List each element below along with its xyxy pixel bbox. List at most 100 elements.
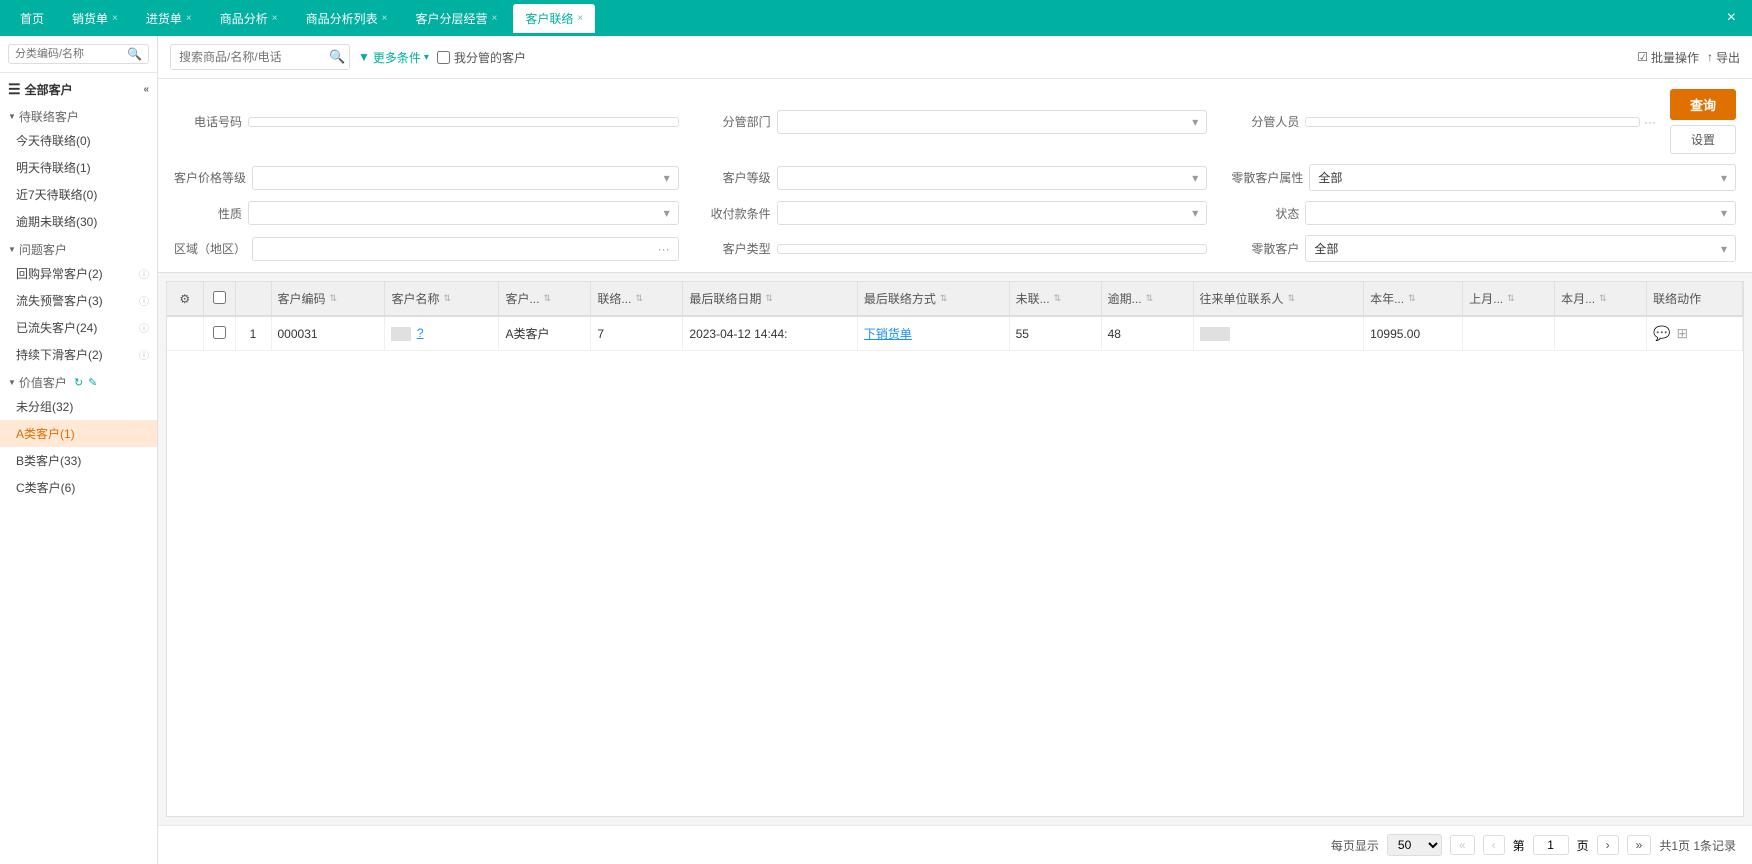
nav-home[interactable]: 首页 [8, 4, 56, 33]
filter-more-button[interactable]: ▼ 更多条件 ▾ [358, 49, 429, 66]
col-type[interactable]: 客户...⇅ [499, 282, 591, 316]
col-overdue[interactable]: 逾期...⇅ [1101, 282, 1193, 316]
info-icon-churn: ⓘ [139, 293, 149, 308]
close-purchase-tab[interactable]: × [186, 13, 192, 24]
row-contact-count: 7 [591, 316, 683, 351]
phone-input[interactable] [248, 117, 679, 127]
col-unit-contact[interactable]: 往来单位联系人⇅ [1193, 282, 1364, 316]
page-size-select[interactable]: 50 10 20 100 [1387, 834, 1442, 856]
col-contact[interactable]: 联络...⇅ [591, 282, 683, 316]
scatter-customer-chevron: ▾ [1721, 242, 1727, 256]
filter-search-icon[interactable]: 🔍 [329, 49, 345, 65]
price-level-select[interactable]: ▾ [252, 166, 679, 190]
status-select[interactable]: ▾ [1305, 201, 1736, 225]
person-dots[interactable]: ··· [1644, 115, 1656, 129]
customer-level-select[interactable]: ▾ [777, 166, 1208, 190]
col-checkbox [203, 282, 235, 316]
payment-select[interactable]: ▾ [777, 201, 1208, 225]
customer-name-link[interactable]: ? [417, 326, 424, 340]
sidebar-item-churned[interactable]: 已流失客户(24) ⓘ [0, 314, 157, 341]
col-code[interactable]: 客户编码⇅ [271, 282, 385, 316]
sidebar-item-today[interactable]: 今天待联络(0) [0, 127, 157, 154]
sidebar-item-class-b[interactable]: B类客户(33) [0, 447, 157, 474]
payment-chevron: ▾ [1192, 206, 1198, 220]
col-last-way[interactable]: 最后联络方式⇅ [857, 282, 1009, 316]
filter-price-level: 客户价格等级 ▾ [174, 164, 679, 191]
nav-tab-purchase[interactable]: 进货单 × [134, 4, 204, 33]
filter-search-input[interactable] [179, 50, 329, 64]
problem-customer-group[interactable]: ▼ 问题客户 [0, 235, 157, 260]
window-close-button[interactable]: × [1719, 9, 1744, 27]
sidebar-item-repurchase-anomaly[interactable]: 回购异常客户(2) ⓘ [0, 260, 157, 287]
qr-action-icon[interactable]: ⊞ [1677, 325, 1689, 342]
close-sales-tab[interactable]: × [112, 13, 118, 24]
next-page-button[interactable]: › [1597, 835, 1619, 855]
refresh-value-icon[interactable]: ↻ [74, 376, 83, 389]
person-select[interactable] [1305, 117, 1640, 127]
col-name[interactable]: 客户名称⇅ [385, 282, 499, 316]
sidebar-item-overdue[interactable]: 逾期未联络(30) [0, 208, 157, 235]
row-num: 1 [235, 316, 271, 351]
pending-contact-group[interactable]: ▼ 待联络客户 [0, 102, 157, 127]
customer-type-select[interactable] [777, 244, 1208, 254]
settings-button[interactable]: 设置 [1670, 125, 1736, 154]
sidebar-item-class-c[interactable]: C类客户(6) [0, 474, 157, 501]
sidebar-item-7days[interactable]: 近7天待联络(0) [0, 181, 157, 208]
all-customers-header[interactable]: ☰ 全部客户 « [0, 73, 157, 102]
col-last-month[interactable]: 上月...⇅ [1463, 282, 1555, 316]
col-no-contact[interactable]: 未联...⇅ [1009, 282, 1101, 316]
export-button[interactable]: ↑ 导出 [1707, 49, 1740, 66]
close-analysis-tab[interactable]: × [272, 13, 278, 24]
edit-value-icon[interactable]: ✎ [88, 376, 97, 389]
nav-tab-analysis[interactable]: 商品分析 × [208, 4, 290, 33]
sidebar-item-tomorrow[interactable]: 明天待联络(1) [0, 154, 157, 181]
nav-tab-sales[interactable]: 销货单 × [60, 4, 130, 33]
row-code: 000031 [271, 316, 385, 351]
sidebar-item-class-a[interactable]: A类客户(1) [0, 420, 157, 447]
row-select-checkbox[interactable] [213, 326, 226, 339]
total-pages-label: 页 [1577, 837, 1589, 854]
collapse-sidebar-icon[interactable]: « [143, 84, 149, 95]
col-num [235, 282, 271, 316]
sidebar-item-churn-warning[interactable]: 流失预警客户(3) ⓘ [0, 287, 157, 314]
row-name: ? [385, 316, 499, 351]
prev-page-button[interactable]: ‹ [1483, 835, 1505, 855]
sidebar-item-declining[interactable]: 持续下滑客户(2) ⓘ [0, 341, 157, 368]
col-this-month[interactable]: 本月...⇅ [1555, 282, 1647, 316]
sidebar-item-ungrouped[interactable]: 未分组(32) [0, 393, 157, 420]
scatter-attr-select[interactable]: 全部 ▾ [1309, 164, 1736, 191]
col-last-date[interactable]: 最后联络日期⇅ [683, 282, 858, 316]
last-page-button[interactable]: » [1627, 835, 1652, 855]
close-customer-contact-tab[interactable]: × [577, 13, 583, 24]
comment-action-icon[interactable]: 💬 [1653, 325, 1670, 342]
last-way-link[interactable]: 下销货单 [864, 327, 912, 341]
query-button[interactable]: 查询 [1670, 89, 1736, 120]
table-row: 1 000031 ? A类客户 7 2023-04-12 14:44: 下销货单… [167, 316, 1743, 351]
filter-customer-type: 客户类型 [703, 235, 1208, 262]
col-this-year[interactable]: 本年...⇅ [1364, 282, 1463, 316]
close-analysis-list-tab[interactable]: × [382, 13, 388, 24]
row-this-month [1555, 316, 1647, 351]
nav-tab-analysis-list[interactable]: 商品分析列表 × [294, 4, 400, 33]
filter-icon: ▼ [358, 50, 370, 64]
first-page-button[interactable]: « [1450, 835, 1475, 855]
sidebar-search-button[interactable]: 🔍 [127, 47, 142, 61]
select-all-checkbox[interactable] [213, 291, 226, 304]
dept-select[interactable]: ▾ [777, 110, 1208, 134]
nav-tab-customer-contact[interactable]: 客户联络 × [513, 4, 595, 33]
filter-mine-checkbox[interactable] [437, 51, 450, 64]
nav-tab-customer-mgmt[interactable]: 客户分层经营 × [403, 4, 509, 33]
scatter-customer-select[interactable]: 全部 ▾ [1305, 235, 1736, 262]
close-customer-mgmt-tab[interactable]: × [491, 13, 497, 24]
scatter-attr-chevron: ▾ [1721, 171, 1727, 185]
sort-type: ⇅ [543, 293, 551, 304]
region-select[interactable]: ··· [252, 237, 679, 261]
col-settings[interactable]: ⚙ [167, 282, 203, 316]
filter-person: 分管人员 ··· 查询 设置 [1231, 89, 1736, 154]
value-customer-group[interactable]: ▼ 价值客户 ↻ ✎ [0, 368, 157, 393]
sidebar: 🔍 ☰ 全部客户 « ▼ 待联络客户 今天待联络(0) 明天待联络(1) 近7天… [0, 36, 158, 864]
batch-op-button[interactable]: ☑ 批量操作 [1637, 49, 1699, 66]
sort-name: ⇅ [443, 293, 451, 304]
current-page-input[interactable] [1533, 835, 1569, 855]
nature-select[interactable]: ▾ [248, 201, 679, 225]
